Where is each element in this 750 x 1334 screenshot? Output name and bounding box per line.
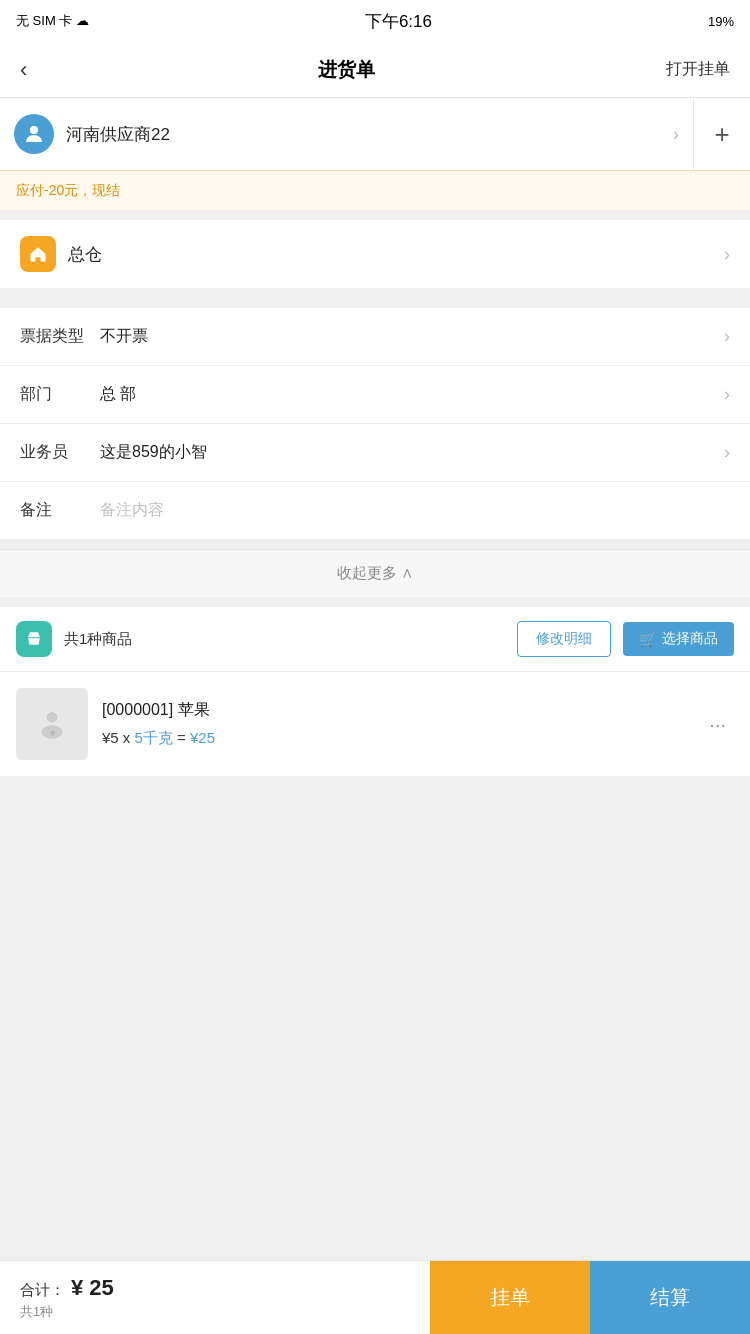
select-product-button[interactable]: 🛒 选择商品	[623, 622, 734, 656]
product-item: 督 [0000001] 苹果 ¥5 x 5千克 = ¥25 ···	[0, 671, 750, 776]
page-title: 进货单	[318, 57, 375, 83]
open-hang-button[interactable]: 打开挂单	[666, 59, 730, 80]
content-area: 河南供应商22 › + 应付-20元，现结 总仓 › 票据类型 不开票 › 部	[0, 98, 750, 870]
collapse-button[interactable]: 收起更多 ∧	[0, 549, 750, 597]
svg-point-0	[30, 126, 38, 134]
product-info: [0000001] 苹果 ¥5 x 5千克 = ¥25	[102, 700, 701, 748]
form-section: 票据类型 不开票 › 部门 总 部 › 业务员 这是859的小智 › 备注 备注…	[0, 308, 750, 539]
warehouse-selector[interactable]: 总仓 ›	[0, 220, 750, 288]
battery-icon: 19%	[708, 14, 734, 29]
supplier-chevron-icon: ›	[673, 124, 679, 145]
supplier-selector[interactable]: 河南供应商22 ›	[0, 98, 694, 170]
warehouse-section: 总仓 ›	[0, 220, 750, 288]
supplier-section: 河南供应商22 › +	[0, 98, 750, 170]
total-main: 合计： ¥ 25	[20, 1275, 410, 1301]
status-time: 下午6:16	[365, 10, 432, 33]
product-thumbnail: 督	[16, 688, 88, 760]
add-supplier-button[interactable]: +	[694, 98, 750, 170]
department-row[interactable]: 部门 总 部 ›	[0, 366, 750, 424]
bottom-bar: 合计： ¥ 25 共1种 挂单 结算	[0, 1260, 750, 1334]
total-label: 合计：	[20, 1281, 65, 1300]
products-icon	[16, 621, 52, 657]
unit-price: ¥5	[102, 729, 119, 746]
total-amount: ¥ 25	[71, 1275, 114, 1301]
invoice-chevron-icon: ›	[724, 326, 730, 347]
total-price: ¥25	[190, 729, 215, 746]
salesman-value: 这是859的小智	[100, 442, 724, 463]
warehouse-name: 总仓	[68, 243, 724, 266]
status-bar: 无 SIM 卡 ☁ 下午6:16 19%	[0, 0, 750, 42]
svg-text:督: 督	[50, 730, 55, 736]
warehouse-chevron-icon: ›	[724, 244, 730, 265]
select-product-label: 选择商品	[662, 630, 718, 648]
invoice-type-value: 不开票	[100, 326, 724, 347]
alert-banner: 应付-20元，现结	[0, 170, 750, 210]
department-label: 部门	[20, 384, 100, 405]
department-value: 总 部	[100, 384, 724, 405]
salesman-row[interactable]: 业务员 这是859的小智 ›	[0, 424, 750, 482]
product-name: [0000001] 苹果	[102, 700, 701, 721]
salesman-label: 业务员	[20, 442, 100, 463]
hang-button[interactable]: 挂单	[430, 1261, 590, 1334]
cart-icon: 🛒	[639, 631, 656, 647]
back-button[interactable]: ‹	[20, 57, 27, 83]
svg-point-1	[47, 712, 58, 723]
note-label: 备注	[20, 500, 100, 521]
product-more-button[interactable]: ···	[701, 709, 734, 740]
salesman-chevron-icon: ›	[724, 442, 730, 463]
product-title: 苹果	[178, 701, 210, 718]
total-area: 合计： ¥ 25 共1种	[0, 1261, 430, 1334]
warehouse-icon	[20, 236, 56, 272]
equals-sign: =	[177, 729, 190, 746]
multiply-sign: x	[123, 729, 135, 746]
edit-detail-button[interactable]: 修改明细	[517, 621, 611, 657]
quantity: 5千克	[135, 729, 173, 746]
supplier-name: 河南供应商22	[66, 123, 673, 146]
products-section: 共1种商品 修改明细 🛒 选择商品 督 [0000001] 苹果	[0, 607, 750, 776]
note-placeholder: 备注内容	[100, 500, 730, 521]
product-price: ¥5 x 5千克 = ¥25	[102, 729, 701, 748]
product-count-label: 共1种商品	[64, 630, 505, 649]
dept-chevron-icon: ›	[724, 384, 730, 405]
status-right: 19%	[708, 14, 734, 29]
checkout-button[interactable]: 结算	[590, 1261, 750, 1334]
product-code: [0000001]	[102, 701, 173, 718]
products-header: 共1种商品 修改明细 🛒 选择商品	[0, 607, 750, 671]
alert-text: 应付-20元，现结	[16, 182, 120, 198]
total-sub: 共1种	[20, 1303, 410, 1321]
invoice-type-row[interactable]: 票据类型 不开票 ›	[0, 308, 750, 366]
status-left: 无 SIM 卡 ☁	[16, 12, 89, 30]
nav-bar: ‹ 进货单 打开挂单	[0, 42, 750, 98]
supplier-avatar	[14, 114, 54, 154]
invoice-type-label: 票据类型	[20, 326, 100, 347]
note-row[interactable]: 备注 备注内容	[0, 482, 750, 539]
